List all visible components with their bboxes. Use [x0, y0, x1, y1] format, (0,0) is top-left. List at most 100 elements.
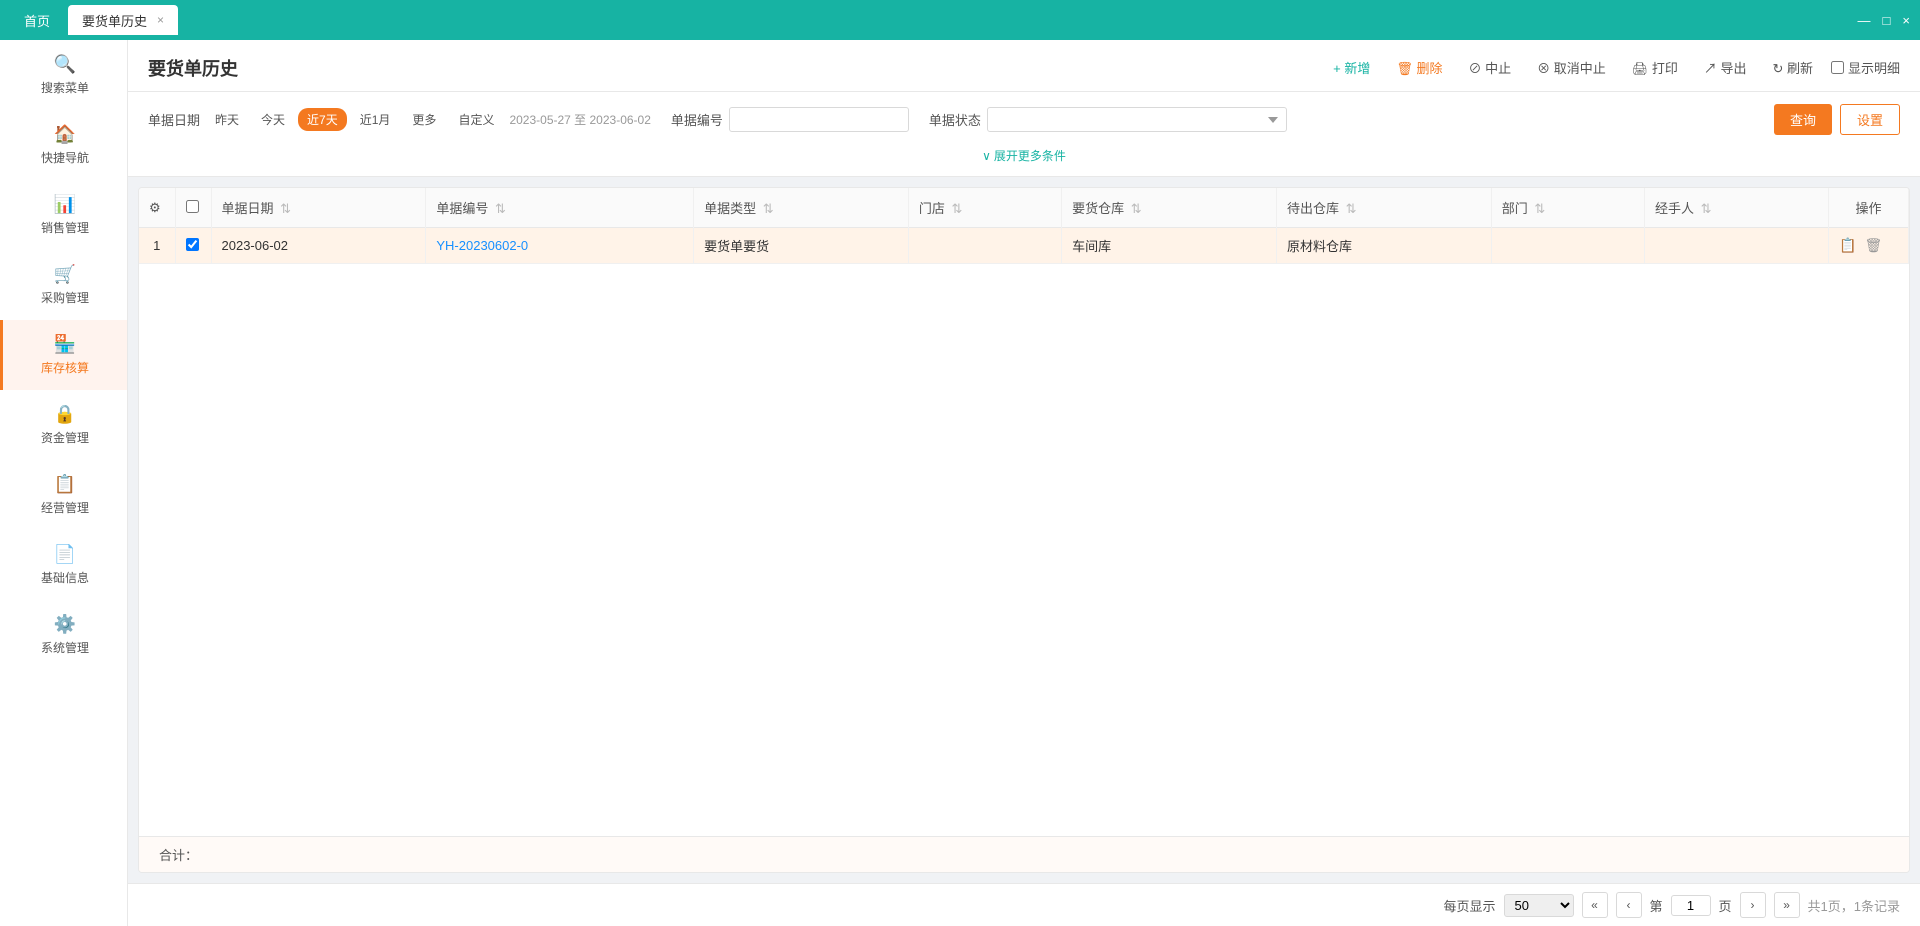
- prev-page-icon: ‹: [1627, 898, 1631, 912]
- sidebar-item-inventory-calc-label: 库存核算: [41, 359, 89, 376]
- row-store: [908, 228, 1061, 264]
- first-page-icon: «: [1591, 898, 1598, 912]
- table-area: ⚙ 单据日期 ⇅ 单据编号 ⇅ 单据类型 ⇅: [138, 187, 1910, 873]
- doc-no-link[interactable]: YH-20230602-0: [436, 238, 528, 253]
- last-page-btn[interactable]: »: [1774, 892, 1800, 918]
- page-header: 要货单历史 + 新增 🗑 删除 ⊘ 中止 ⊗ 取消中止 🖨 打印 ↗ 导出 ↻ …: [128, 40, 1920, 92]
- show-detail-checkbox[interactable]: [1831, 61, 1844, 74]
- ops-mgmt-icon: 📋: [54, 474, 76, 495]
- first-page-btn[interactable]: «: [1582, 892, 1608, 918]
- sidebar-item-search-menu[interactable]: 🔍 搜索菜单: [0, 40, 127, 110]
- row-doc-date: 2023-06-02: [211, 228, 426, 264]
- date-filter-buttons: 昨天 今天 近7天 近1月 更多 自定义: [206, 108, 503, 131]
- col-doc-type[interactable]: 单据类型 ⇅: [694, 188, 909, 228]
- page-number-input[interactable]: [1671, 895, 1711, 916]
- sidebar-item-inventory-calc[interactable]: 🏪 库存核算: [0, 320, 127, 390]
- sidebar-item-basic-info[interactable]: 📄 基础信息: [0, 530, 127, 600]
- date-btn-custom[interactable]: 自定义: [449, 108, 503, 131]
- toolbar: + 新增 🗑 删除 ⊘ 中止 ⊗ 取消中止 🖨 打印 ↗ 导出 ↻ 刷新 显示明…: [1325, 54, 1900, 81]
- settings-button[interactable]: 设置: [1840, 104, 1900, 135]
- date-btn-7days[interactable]: 近7天: [298, 108, 347, 131]
- tab-close-icon[interactable]: ×: [157, 13, 164, 27]
- date-btn-today[interactable]: 今天: [252, 108, 294, 131]
- content-area: 要货单历史 + 新增 🗑 删除 ⊘ 中止 ⊗ 取消中止 🖨 打印 ↗ 导出 ↻ …: [128, 40, 1920, 926]
- col-store[interactable]: 门店 ⇅: [908, 188, 1061, 228]
- maximize-btn[interactable]: □: [1883, 13, 1891, 28]
- row-doc-no: YH-20230602-0: [426, 228, 694, 264]
- sidebar-item-ops-mgmt[interactable]: 📋 经营管理: [0, 460, 127, 530]
- search-menu-icon: 🔍: [54, 54, 76, 75]
- sidebar-item-fund-mgmt-label: 资金管理: [41, 429, 89, 446]
- row-edit-icon[interactable]: 📋: [1839, 237, 1856, 254]
- sidebar-item-basic-info-label: 基础信息: [41, 569, 89, 586]
- delete-button[interactable]: 🗑 删除: [1388, 54, 1450, 81]
- inventory-calc-icon: 🏪: [54, 334, 76, 355]
- expand-more-label: 展开更多条件: [994, 147, 1066, 164]
- col-doc-date[interactable]: 单据日期 ⇅: [211, 188, 426, 228]
- print-button[interactable]: 🖨 打印: [1624, 54, 1686, 81]
- stop-button[interactable]: ⊘ 中止: [1460, 54, 1519, 81]
- next-page-btn[interactable]: ›: [1740, 892, 1766, 918]
- date-btn-yesterday[interactable]: 昨天: [206, 108, 248, 131]
- sort-doc-no-icon: ⇅: [495, 201, 506, 216]
- doc-status-select[interactable]: [987, 107, 1287, 132]
- sidebar-item-sales-mgmt-label: 销售管理: [41, 219, 89, 236]
- row-checkbox-cell: [175, 228, 211, 264]
- query-button[interactable]: 查询: [1774, 104, 1832, 135]
- expand-more-row: ∨ 展开更多条件: [148, 147, 1900, 164]
- page-end-label: 页: [1719, 896, 1732, 915]
- refresh-button[interactable]: ↻ 刷新: [1764, 54, 1821, 81]
- close-btn[interactable]: ×: [1902, 13, 1910, 28]
- row-delete-icon[interactable]: 🗑: [1864, 237, 1882, 254]
- sidebar-item-sys-mgmt[interactable]: ⚙️ 系统管理: [0, 600, 127, 670]
- date-btn-more[interactable]: 更多: [403, 108, 445, 131]
- export-button[interactable]: ↗ 导出: [1696, 54, 1755, 81]
- window-controls: — □ ×: [1858, 13, 1910, 28]
- table-header-row: ⚙ 单据日期 ⇅ 单据编号 ⇅ 单据类型 ⇅: [139, 188, 1909, 228]
- col-department[interactable]: 部门 ⇅: [1491, 188, 1644, 228]
- show-detail-label: 显示明细: [1848, 58, 1900, 77]
- sidebar-item-fund-mgmt[interactable]: 🔒 资金管理: [0, 390, 127, 460]
- sales-mgmt-icon: 📊: [54, 194, 76, 215]
- sidebar-item-purchase-mgmt[interactable]: 🛒 采购管理: [0, 250, 127, 320]
- total-info: 共1页，1条记录: [1808, 896, 1900, 915]
- sidebar-item-search-menu-label: 搜索菜单: [41, 79, 89, 96]
- add-button[interactable]: + 新增: [1325, 54, 1378, 81]
- row-num: 1: [139, 228, 175, 264]
- basic-info-icon: 📄: [54, 544, 76, 565]
- col-handler[interactable]: 经手人 ⇅: [1644, 188, 1828, 228]
- prev-page-btn[interactable]: ‹: [1616, 892, 1642, 918]
- tab-home[interactable]: 首页: [10, 5, 64, 35]
- col-pending-warehouse[interactable]: 待出仓库 ⇅: [1276, 188, 1491, 228]
- page-label: 第: [1650, 896, 1663, 915]
- expand-more-button[interactable]: ∨ 展开更多条件: [982, 147, 1066, 164]
- minimize-btn[interactable]: —: [1858, 13, 1871, 28]
- tab-requisition-history[interactable]: 要货单历史 ×: [68, 5, 178, 35]
- table-row: 1 2023-06-02 YH-20230602-0 要货单要货 车间库: [139, 228, 1909, 264]
- cancel-stop-button[interactable]: ⊗ 取消中止: [1529, 54, 1614, 81]
- sidebar-item-sales-mgmt[interactable]: 📊 销售管理: [0, 180, 127, 250]
- expand-chevron-icon: ∨: [982, 149, 991, 163]
- row-checkbox[interactable]: [186, 238, 199, 251]
- pagination-bar: 每页显示 50 10 20 100 « ‹ 第 页 › » 共1页，1条记录: [128, 883, 1920, 926]
- col-doc-no[interactable]: 单据编号 ⇅: [426, 188, 694, 228]
- select-all-checkbox[interactable]: [186, 200, 199, 213]
- per-page-select[interactable]: 50 10 20 100: [1504, 894, 1574, 917]
- row-doc-type: 要货单要货: [694, 228, 909, 264]
- doc-no-input[interactable]: [729, 107, 909, 132]
- sidebar-item-purchase-mgmt-label: 采购管理: [41, 289, 89, 306]
- tab-home-label: 首页: [24, 11, 50, 30]
- col-req-warehouse[interactable]: 要货仓库 ⇅: [1062, 188, 1277, 228]
- date-btn-1month[interactable]: 近1月: [351, 108, 400, 131]
- sort-store-icon: ⇅: [952, 201, 963, 216]
- sort-department-icon: ⇅: [1534, 201, 1545, 216]
- doc-status-label: 单据状态: [929, 110, 981, 129]
- col-settings[interactable]: ⚙: [139, 188, 175, 228]
- sort-doc-type-icon: ⇅: [763, 201, 774, 216]
- last-page-icon: »: [1783, 898, 1790, 912]
- sidebar-item-sys-mgmt-label: 系统管理: [41, 639, 89, 656]
- purchase-mgmt-icon: 🛒: [54, 264, 76, 285]
- sidebar-item-quick-nav-label: 快捷导航: [41, 149, 89, 166]
- row-actions: 📋 🗑: [1839, 237, 1898, 254]
- sidebar-item-quick-nav[interactable]: 🏠 快捷导航: [0, 110, 127, 180]
